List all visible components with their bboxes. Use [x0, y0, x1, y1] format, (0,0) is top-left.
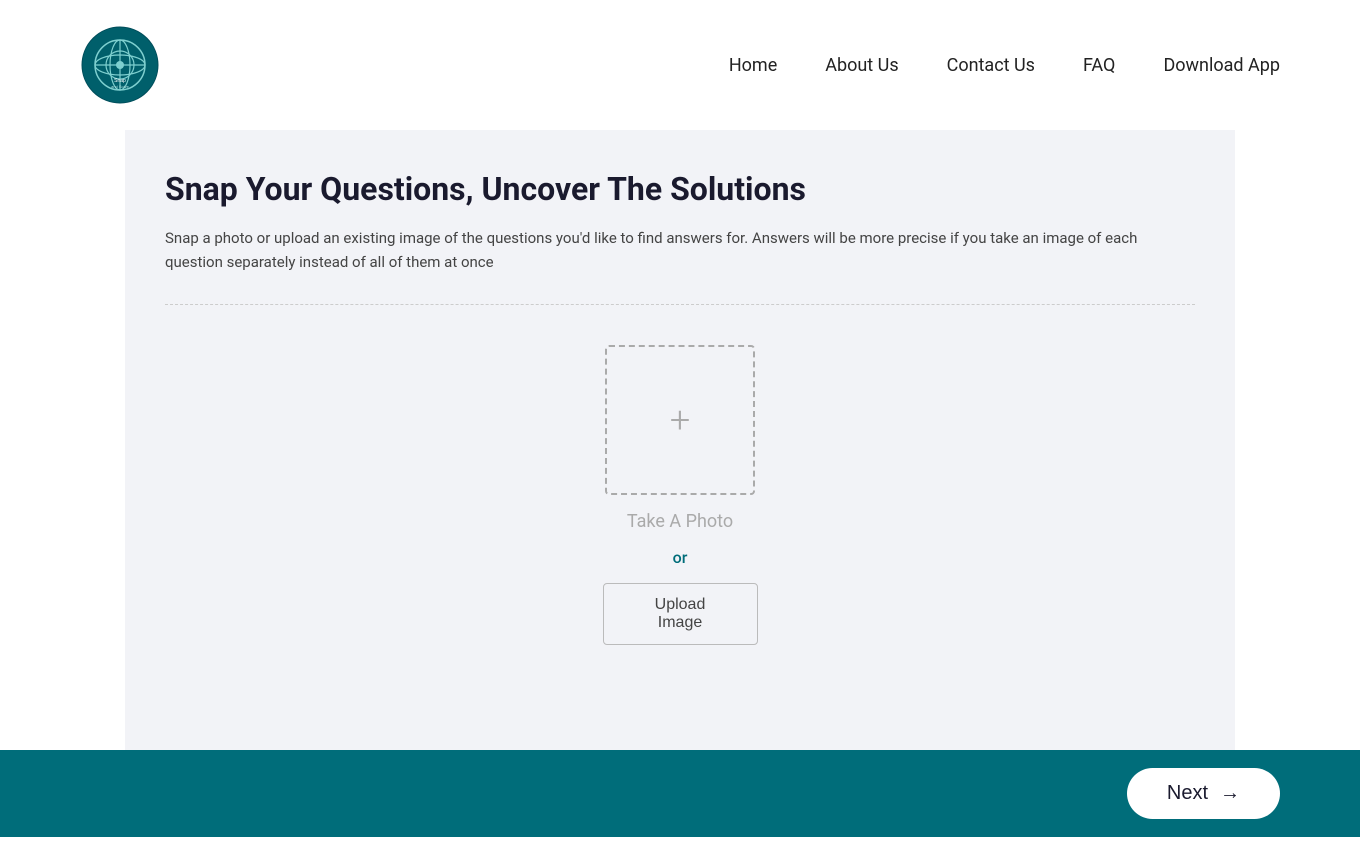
next-button-label: Next	[1167, 782, 1208, 805]
nav-item-contact[interactable]: Contact Us	[947, 55, 1035, 76]
page-title: Snap Your Questions, Uncover The Solutio…	[165, 170, 1195, 208]
photo-capture-box[interactable]: +	[605, 345, 755, 495]
nav-link-download[interactable]: Download App	[1163, 55, 1280, 76]
navbar: Snap and Solve Home About Us Contact Us …	[0, 0, 1360, 130]
nav-item-faq[interactable]: FAQ	[1083, 55, 1115, 76]
nav-link-faq[interactable]: FAQ	[1083, 55, 1115, 76]
page-description: Snap a photo or upload an existing image…	[165, 226, 1195, 274]
nav-links: Home About Us Contact Us FAQ Download Ap…	[729, 55, 1280, 76]
logo-icon: Snap and Solve	[80, 25, 160, 105]
upload-section: + Take A Photo or Upload Image	[165, 345, 1195, 645]
upload-image-button[interactable]: Upload Image	[603, 583, 758, 645]
nav-link-about[interactable]: About Us	[825, 55, 898, 76]
or-text: or	[673, 548, 688, 567]
arrow-right-icon: →	[1220, 782, 1240, 805]
logo[interactable]: Snap and Solve	[80, 25, 160, 105]
svg-text:and Solve: and Solve	[111, 84, 130, 89]
nav-item-about[interactable]: About Us	[825, 55, 898, 76]
nav-item-download[interactable]: Download App	[1163, 55, 1280, 76]
nav-item-home[interactable]: Home	[729, 55, 777, 76]
take-photo-label: Take A Photo	[627, 511, 733, 532]
main-content: Snap Your Questions, Uncover The Solutio…	[125, 130, 1235, 750]
next-button[interactable]: Next →	[1127, 768, 1280, 819]
add-icon: +	[670, 402, 690, 438]
nav-link-contact[interactable]: Contact Us	[947, 55, 1035, 76]
content-divider	[165, 304, 1195, 305]
footer-bar: Next →	[0, 750, 1360, 837]
nav-link-home[interactable]: Home	[729, 55, 777, 76]
